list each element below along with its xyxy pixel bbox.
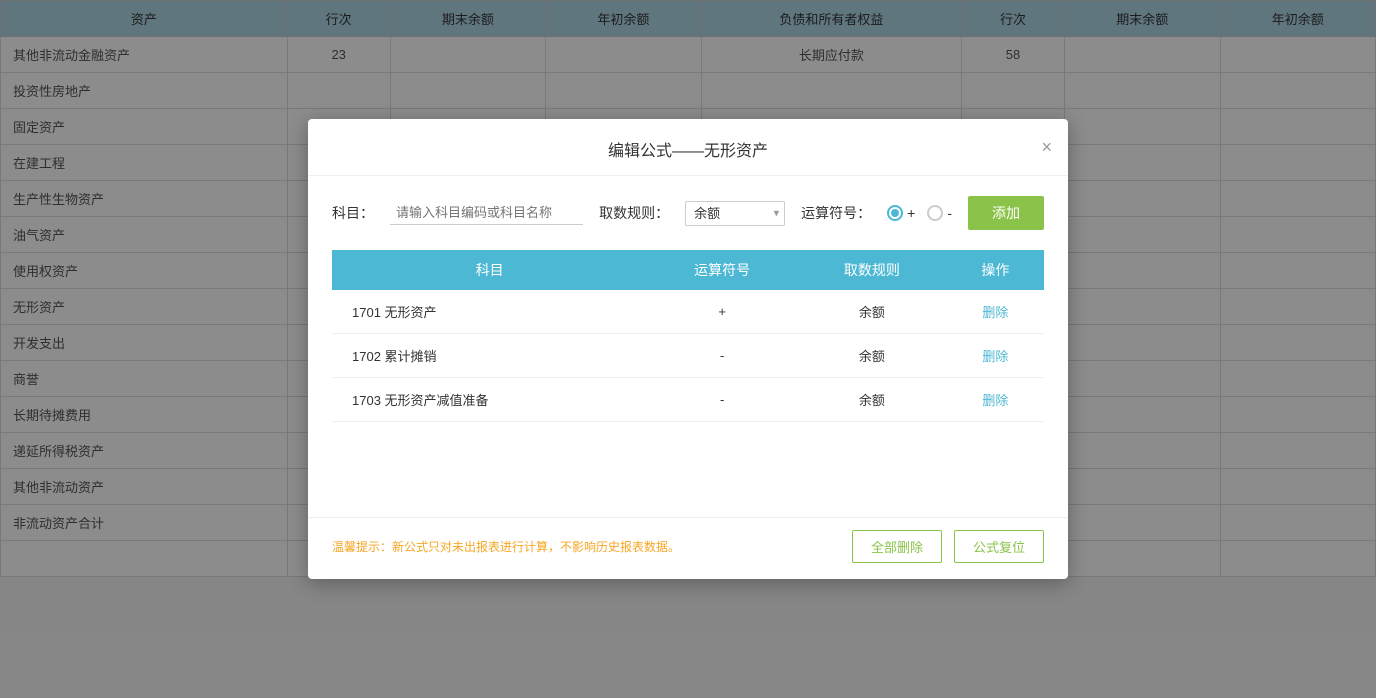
modal-header: 编辑公式——无形资产 × — [308, 119, 1068, 176]
rule-cell: 余额 — [797, 290, 947, 334]
action-cell: 删除 — [947, 290, 1044, 334]
footer-buttons: 全部删除 公式复位 — [852, 530, 1044, 563]
footer-tip: 温馨提示：新公式只对未出报表进行计算，不影响历史报表数据。 — [332, 538, 680, 555]
reset-formula-button[interactable]: 公式复位 — [954, 530, 1044, 563]
delete-link[interactable]: 删除 — [982, 393, 1008, 408]
close-button[interactable]: × — [1041, 138, 1052, 156]
radio-minus-label: - — [947, 205, 952, 221]
inner-col-header: 操作 — [947, 250, 1044, 290]
operator-radio-group: + - — [887, 205, 952, 221]
rule-label: 取数规则： — [599, 203, 669, 223]
inner-col-header: 取数规则 — [797, 250, 947, 290]
action-cell: 删除 — [947, 334, 1044, 378]
action-cell: 删除 — [947, 378, 1044, 422]
modal-body: 科目： 取数规则： 余额 借方余额 贷方余额 借方发生额 贷方发生额 运算符号： — [308, 176, 1068, 517]
formula-table: 科目运算符号取数规则操作 1701 无形资产+余额删除1702 累计摊销-余额删… — [332, 250, 1044, 422]
modal-footer: 温馨提示：新公式只对未出报表进行计算，不影响历史报表数据。 全部删除 公式复位 — [308, 517, 1068, 579]
table-row: 1703 无形资产减值准备-余额 删除 — [332, 378, 1044, 422]
page-container: 资产行次期末余额年初余额负债和所有者权益行次期末余额年初余额 其他非流动金融资产… — [0, 0, 1376, 698]
table-row: 1702 累计摊销-余额 删除 — [332, 334, 1044, 378]
rule-cell: 余额 — [797, 334, 947, 378]
rule-select-wrapper[interactable]: 余额 借方余额 贷方余额 借方发生额 贷方发生额 — [685, 201, 785, 226]
table-row: 1701 无形资产+余额 删除 — [332, 290, 1044, 334]
delete-link[interactable]: 删除 — [982, 349, 1008, 364]
rule-select[interactable]: 余额 借方余额 贷方余额 借方发生额 贷方发生额 — [685, 201, 785, 226]
operator-label: 运算符号： — [801, 203, 871, 223]
subject-cell: 1702 累计摊销 — [332, 334, 647, 378]
subject-cell: 1701 无形资产 — [332, 290, 647, 334]
add-button[interactable]: 添加 — [968, 196, 1044, 230]
radio-plus-circle — [887, 205, 903, 221]
inner-col-header: 运算符号 — [647, 250, 797, 290]
delete-all-button[interactable]: 全部删除 — [852, 530, 942, 563]
subject-cell: 1703 无形资产减值准备 — [332, 378, 647, 422]
delete-link[interactable]: 删除 — [982, 305, 1008, 320]
operator-cell: - — [647, 378, 797, 422]
radio-minus-circle — [927, 205, 943, 221]
modal-title: 编辑公式——无形资产 — [608, 137, 768, 161]
inner-col-header: 科目 — [332, 250, 647, 290]
rule-cell: 余额 — [797, 378, 947, 422]
radio-plus[interactable]: + — [887, 205, 915, 221]
modal-overlay: 编辑公式——无形资产 × 科目： 取数规则： 余额 借方余额 贷方余额 借方发 — [0, 0, 1376, 698]
subject-label: 科目： — [332, 203, 374, 223]
subject-input[interactable] — [390, 201, 583, 225]
modal-dialog: 编辑公式——无形资产 × 科目： 取数规则： 余额 借方余额 贷方余额 借方发 — [308, 119, 1068, 579]
operator-cell: + — [647, 290, 797, 334]
form-row: 科目： 取数规则： 余额 借方余额 贷方余额 借方发生额 贷方发生额 运算符号： — [332, 196, 1044, 230]
operator-cell: - — [647, 334, 797, 378]
radio-plus-label: + — [907, 205, 915, 221]
radio-minus[interactable]: - — [927, 205, 952, 221]
